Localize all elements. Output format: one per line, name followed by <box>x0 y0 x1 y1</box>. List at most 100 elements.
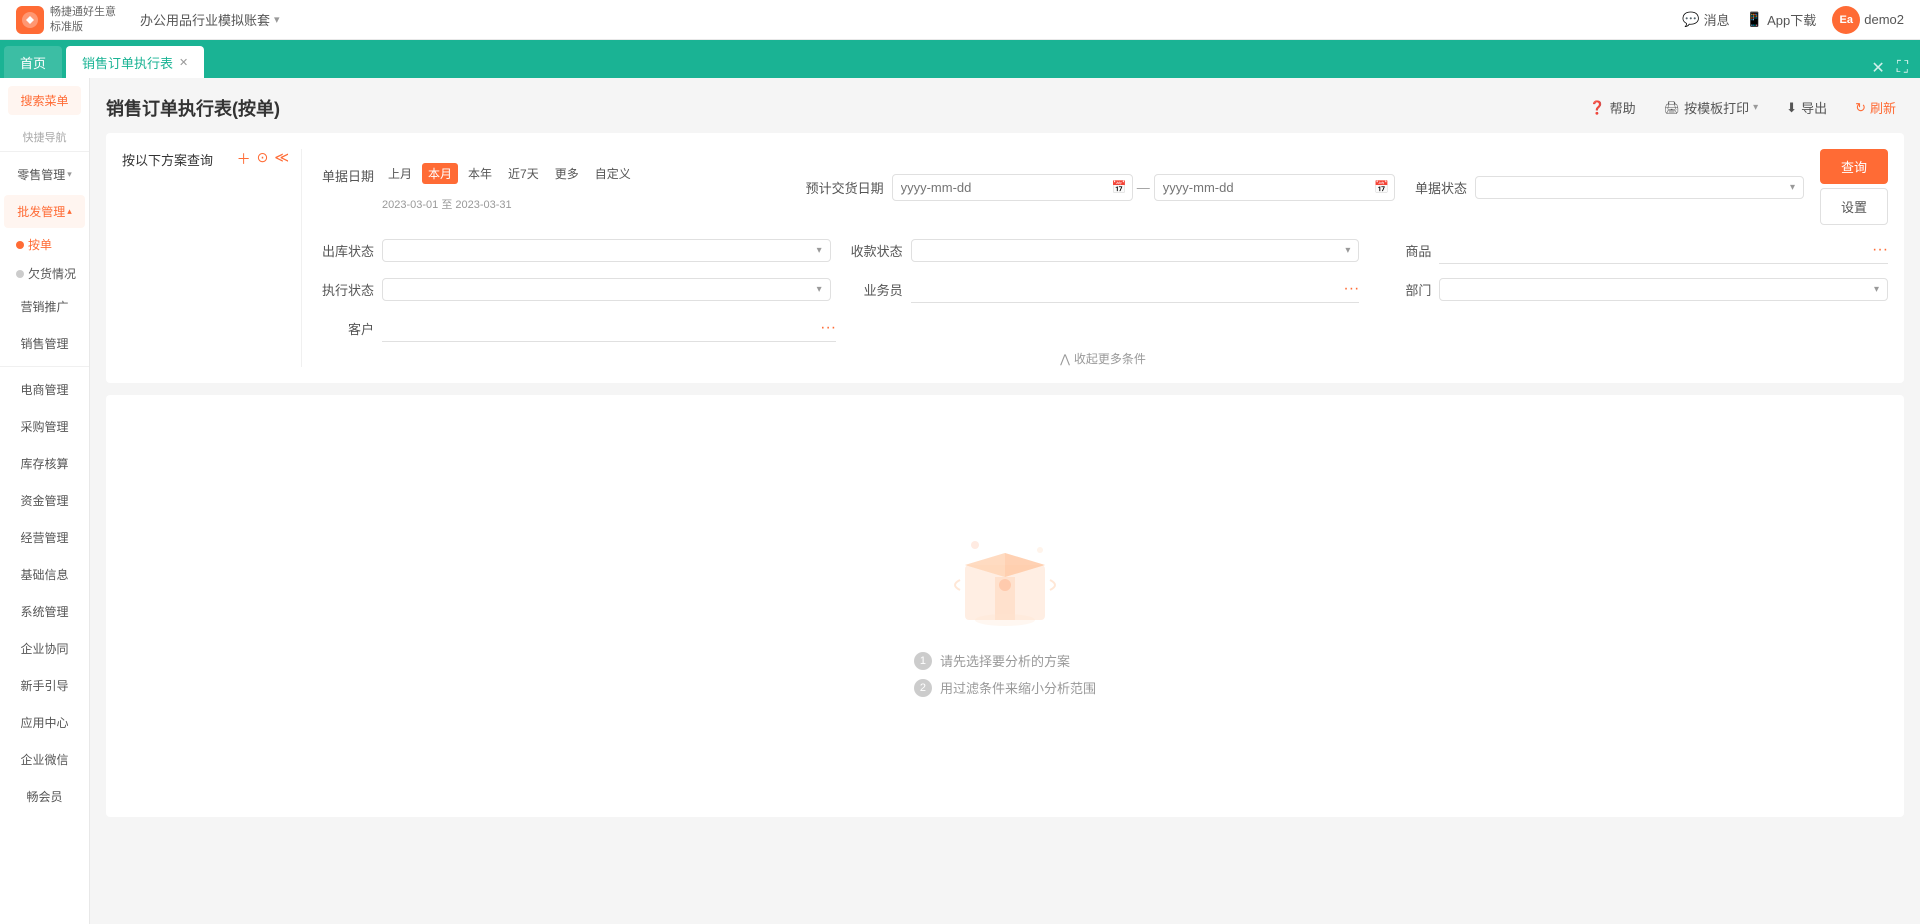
close-window-icon[interactable]: ✕ <box>1871 58 1884 78</box>
out-status-arrow: ▾ <box>817 245 822 256</box>
product-label: 商品 <box>1375 241 1431 260</box>
status-select-arrow: ▾ <box>1790 182 1795 193</box>
expected-delivery-end[interactable] <box>1154 174 1395 201</box>
sidebar-divider-2 <box>0 366 89 367</box>
exec-status-label: 执行状态 <box>318 280 374 299</box>
customer-group: 客户 ··· <box>318 315 836 342</box>
message-btn[interactable]: 💬 消息 <box>1682 10 1729 29</box>
date-tag-this-year[interactable]: 本年 <box>462 163 498 184</box>
filter-row-2: 出库状态 ▾ 收款状态 <box>318 237 1888 264</box>
cal-start-icon[interactable]: 📅 <box>1112 180 1127 194</box>
sidebar-item-app-center[interactable]: 应用中心 <box>4 706 85 739</box>
sidebar-item-onboarding[interactable]: 新手引导 <box>4 669 85 702</box>
collapse-btn[interactable]: ⋀ 收起更多条件 <box>1060 350 1146 367</box>
help-btn[interactable]: ❓ 帮助 <box>1581 94 1643 121</box>
expected-delivery-start[interactable] <box>892 174 1133 201</box>
sidebar-item-wholesale[interactable]: 批发管理 ▴ <box>4 195 85 228</box>
receipt-status-label: 收款状态 <box>847 241 903 260</box>
sidebar-item-basic-info[interactable]: 基础信息 <box>4 558 85 591</box>
sidebar-item-marketing[interactable]: 营销推广 <box>4 290 85 323</box>
active-indicator <box>16 241 24 249</box>
date-tag-7days[interactable]: 近7天 <box>502 163 545 184</box>
receipt-status-select[interactable]: ▾ <box>911 239 1360 262</box>
out-status-label: 出库状态 <box>318 241 374 260</box>
sidebar-item-inventory[interactable]: 库存核算 <box>4 447 85 480</box>
step-1-number: 1 <box>914 652 932 670</box>
print-btn[interactable]: 🖨 按模板打印 ▾ <box>1656 94 1767 121</box>
date-tags: 上月 本月 本年 近7天 更多 自定义 <box>382 163 637 184</box>
sidebar-item-system[interactable]: 系统管理 <box>4 595 85 628</box>
expected-delivery-group: 预计交货日期 📅 — <box>806 174 1395 201</box>
top-bar: 畅捷通好生意 标准版 办公用品行业模拟账套 ▾ 💬 消息 📱 App下载 Ea … <box>0 0 1920 40</box>
scheme-icons: ＋ ⊙ ≪ <box>237 149 289 169</box>
salesperson-picker-icon[interactable]: ··· <box>1343 280 1359 298</box>
dept-label: 部门 <box>1375 280 1431 299</box>
inactive-indicator <box>16 270 24 278</box>
page-actions: ❓ 帮助 🖨 按模板打印 ▾ ⬇ 导出 ↻ 刷新 <box>1581 94 1904 121</box>
search-btn[interactable]: 查询 <box>1820 149 1888 184</box>
page-title: 销售订单执行表(按单) <box>106 95 280 121</box>
status-group: 单据状态 ▾ <box>1411 176 1804 199</box>
dept-select[interactable]: ▾ <box>1439 278 1888 301</box>
tab-home[interactable]: 首页 <box>4 46 62 78</box>
search-menu-btn[interactable]: 搜索菜单 <box>8 86 81 115</box>
salesperson-group: 业务员 ··· <box>847 276 1360 303</box>
add-scheme-icon[interactable]: ＋ <box>237 149 251 169</box>
logo-area: 畅捷通好生意 标准版 <box>16 5 116 34</box>
dept-group: 部门 ▾ <box>1375 278 1888 301</box>
sidebar-item-corp-collab[interactable]: 企业协同 <box>4 632 85 665</box>
tab-sales-order[interactable]: 销售订单执行表 ✕ <box>66 46 204 78</box>
main-layout: 搜索菜单 快捷导航 零售管理 ▾ 批发管理 ▴ 按单 欠货情况 营销推广 销售管… <box>0 78 1920 924</box>
refresh-icon: ↻ <box>1855 100 1866 116</box>
date-separator: — <box>1137 180 1150 195</box>
filter-row-3: 执行状态 ▾ 业务员 ··· <box>318 276 1888 303</box>
refresh-btn[interactable]: ↻ 刷新 <box>1847 94 1904 121</box>
maximize-icon[interactable]: ⛶ <box>1897 59 1908 77</box>
sidebar-sub-item-backorder[interactable]: 欠货情况 <box>8 259 89 288</box>
sidebar-item-member[interactable]: 畅会员 <box>4 780 85 813</box>
user-menu-btn[interactable]: Ea demo2 <box>1832 6 1904 34</box>
salesperson-label: 业务员 <box>847 280 903 299</box>
date-tag-last-month[interactable]: 上月 <box>382 163 418 184</box>
status-select[interactable]: ▾ <box>1475 176 1804 199</box>
page-container: 销售订单执行表(按单) ❓ 帮助 🖨 按模板打印 ▾ ⬇ 导出 <box>90 78 1920 833</box>
collapse-scheme-icon[interactable]: ≪ <box>274 149 289 169</box>
cal-end-icon[interactable]: 📅 <box>1374 180 1389 194</box>
tab-end-actions: ✕ ⛶ <box>1859 58 1920 78</box>
sidebar-item-sales[interactable]: 销售管理 <box>4 327 85 360</box>
avatar: Ea <box>1832 6 1860 34</box>
exec-status-arrow: ▾ <box>817 284 822 295</box>
help-icon: ❓ <box>1589 100 1605 116</box>
sidebar-item-corp-wechat[interactable]: 企业微信 <box>4 743 85 776</box>
date-tag-custom[interactable]: 自定义 <box>589 163 637 184</box>
customer-picker-icon[interactable]: ··· <box>820 319 836 337</box>
out-status-group: 出库状态 ▾ <box>318 239 831 262</box>
sidebar-search-section: 搜索菜单 <box>0 78 89 123</box>
sidebar-item-ecommerce[interactable]: 电商管理 <box>4 373 85 406</box>
sidebar-item-operations[interactable]: 经营管理 <box>4 521 85 554</box>
data-area: 1 请先选择要分析的方案 2 用过滤条件来缩小分析范围 <box>106 395 1904 817</box>
product-group: 商品 ··· <box>1375 237 1888 264</box>
filter-scheme-title: 按以下方案查询 ＋ ⊙ ≪ <box>122 149 289 169</box>
export-btn[interactable]: ⬇ 导出 <box>1778 94 1835 121</box>
sidebar: 搜索菜单 快捷导航 零售管理 ▾ 批发管理 ▴ 按单 欠货情况 营销推广 销售管… <box>0 78 90 924</box>
empty-state: 1 请先选择要分析的方案 2 用过滤条件来缩小分析范围 <box>106 435 1904 777</box>
date-tag-this-month[interactable]: 本月 <box>422 163 458 184</box>
refresh-scheme-icon[interactable]: ⊙ <box>257 149 269 169</box>
sidebar-sub-item-by-order[interactable]: 按单 <box>8 230 89 259</box>
date-tag-more[interactable]: 更多 <box>549 163 585 184</box>
print-icon: 🖨 <box>1664 100 1681 116</box>
out-status-select[interactable]: ▾ <box>382 239 831 262</box>
sidebar-item-purchase[interactable]: 采购管理 <box>4 410 85 443</box>
tab-close-icon[interactable]: ✕ <box>179 56 188 69</box>
reset-btn[interactable]: 设置 <box>1820 188 1888 225</box>
sidebar-item-retail[interactable]: 零售管理 ▾ <box>4 158 85 191</box>
empty-step-1: 1 请先选择要分析的方案 <box>914 651 1096 670</box>
sidebar-item-finance[interactable]: 资金管理 <box>4 484 85 517</box>
app-download-btn[interactable]: 📱 App下载 <box>1746 10 1817 29</box>
date-label: 单据日期 <box>318 166 374 185</box>
exec-status-select[interactable]: ▾ <box>382 278 831 301</box>
product-picker-icon[interactable]: ··· <box>1872 241 1888 259</box>
dept-arrow: ▾ <box>1874 284 1879 295</box>
date-filter-group: 单据日期 上月 本月 本年 近7天 更多 自定义 <box>318 163 790 212</box>
